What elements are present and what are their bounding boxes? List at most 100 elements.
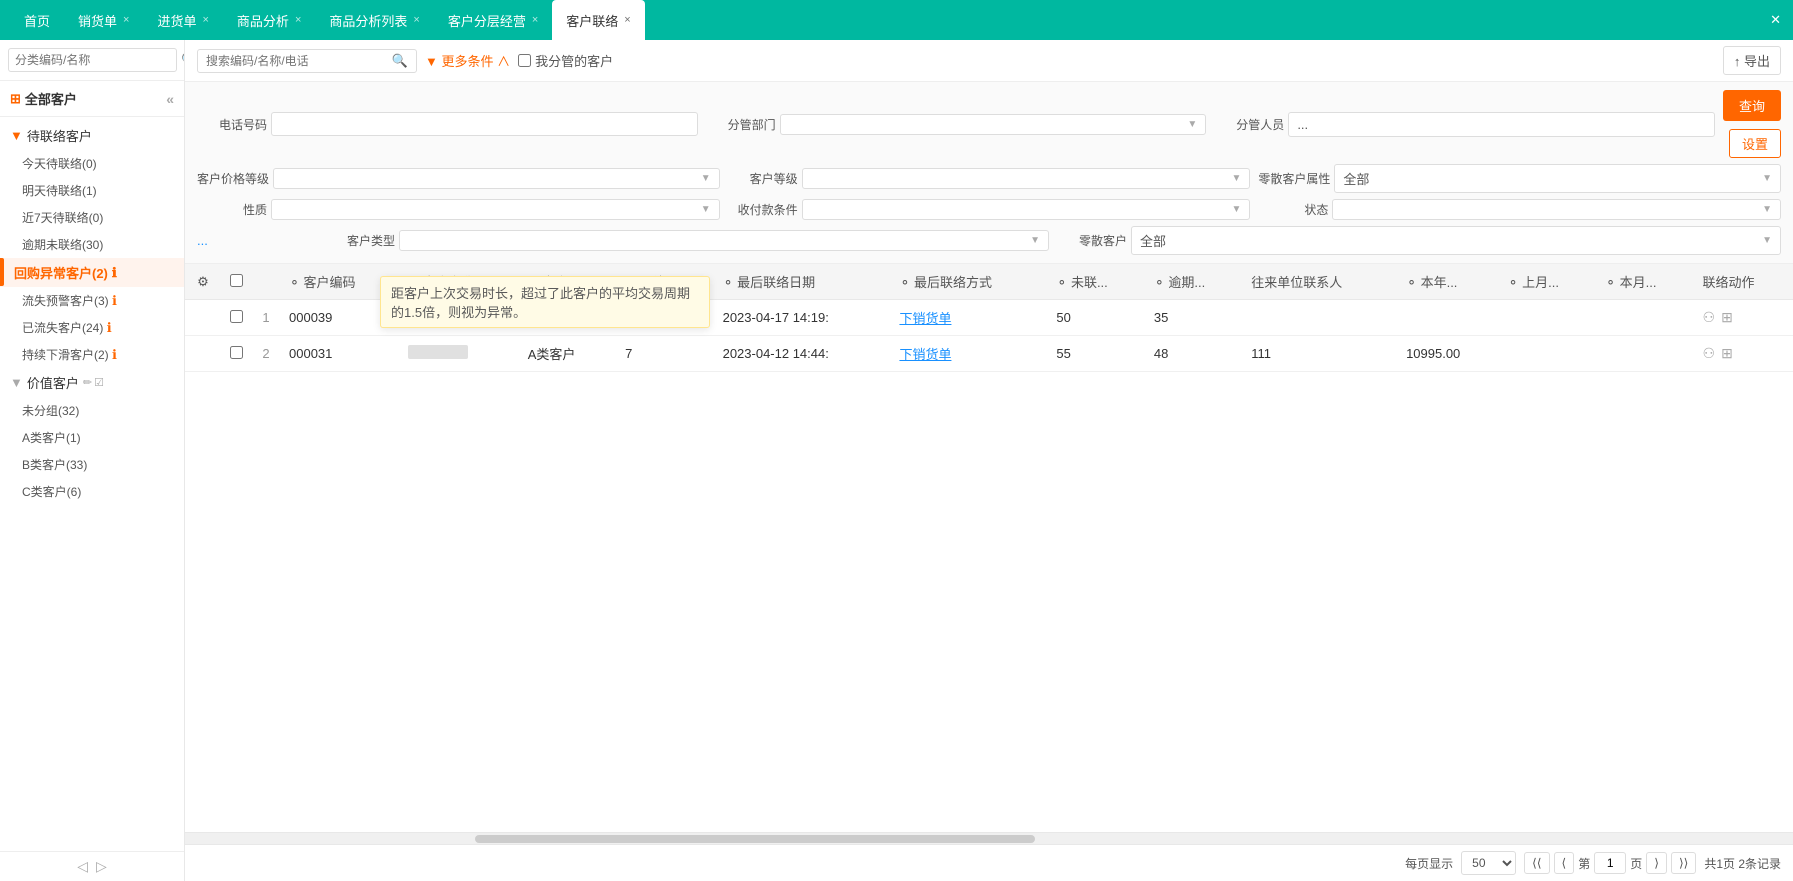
phone-input[interactable]	[271, 112, 698, 136]
row1-contact-person	[1243, 300, 1398, 336]
main-layout: 🔍 ⊞ 全部客户 « ▼ 待联络客户 今天待联络(0) 明天待联络(1) 近7天…	[0, 40, 1793, 881]
export-button[interactable]: ↑ 导出	[1723, 46, 1781, 75]
sidebar-prev-icon[interactable]: ◁	[77, 858, 88, 875]
sidebar-item-today[interactable]: 今天待联络(0)	[0, 150, 184, 177]
col-last-way[interactable]: ⚬ 最后联络方式	[891, 264, 1048, 300]
pager-next-button[interactable]: ⟩	[1646, 852, 1667, 874]
nav-tab-customer-tier-close[interactable]: ×	[532, 14, 538, 26]
search-icon[interactable]: 🔍	[392, 53, 408, 69]
row1-settings	[185, 300, 221, 336]
hscroll-thumb[interactable]	[475, 835, 1035, 843]
col-overdue[interactable]: ⚬ 逾期...	[1146, 264, 1243, 300]
row2-contact-person: 111	[1243, 336, 1398, 372]
per-page-select[interactable]: 50 100 200	[1461, 851, 1516, 875]
my-customer-checkbox[interactable]	[518, 54, 531, 67]
tree-group-pending-header[interactable]: ▼ 待联络客户	[0, 121, 184, 150]
nav-tab-home[interactable]: 首页	[10, 0, 64, 40]
col-last-month[interactable]: ⚬ 上月...	[1500, 264, 1597, 300]
dept-select[interactable]: ▼	[780, 114, 1207, 135]
settings-button[interactable]: 设置	[1729, 129, 1781, 158]
pager-prev-button[interactable]: ⟨	[1554, 852, 1575, 874]
sidebar-collapse-button[interactable]: «	[166, 91, 174, 107]
sidebar-item-churn-warning[interactable]: 流失预警客户(3) ℹ	[0, 287, 184, 314]
sidebar-item-b-class[interactable]: B类客户(33)	[0, 451, 184, 478]
sidebar-search-input[interactable]	[8, 48, 177, 72]
person-select[interactable]: ...	[1288, 112, 1715, 137]
col-uncontacted[interactable]: ⚬ 未联...	[1048, 264, 1145, 300]
nav-tab-analysis-list[interactable]: 商品分析列表 ×	[315, 0, 433, 40]
row1-num: 1	[251, 300, 281, 336]
nav-tab-customer-contact[interactable]: 客户联络 ×	[552, 0, 644, 40]
sidebar-item-declining[interactable]: 持续下滑客户(2) ℹ	[0, 341, 184, 368]
col-this-month[interactable]: ⚬ 本月...	[1597, 264, 1694, 300]
row1-grid-icon[interactable]: ⊞	[1721, 309, 1733, 326]
row2-last-way[interactable]: 下销货单	[891, 336, 1048, 372]
nav-tab-customer-tier-label: 客户分层经营	[448, 11, 526, 30]
horizontal-scrollbar[interactable]	[185, 832, 1793, 844]
nav-tab-analysis[interactable]: 商品分析 ×	[223, 0, 315, 40]
value-edit-icon: ✏	[83, 376, 92, 389]
row2-grid-icon[interactable]: ⊞	[1721, 345, 1733, 362]
payment-select[interactable]: ▼	[802, 199, 1251, 220]
col-contact-person[interactable]: 往来单位联系人	[1243, 264, 1398, 300]
row1-overdue: 35	[1146, 300, 1243, 336]
nav-tab-purchase-close[interactable]: ×	[202, 14, 208, 26]
nature-select[interactable]: ▼	[271, 199, 720, 220]
nav-tab-purchase[interactable]: 进货单 ×	[143, 0, 222, 40]
nav-tab-customer-tier[interactable]: 客户分层经营 ×	[434, 0, 552, 40]
select-all-checkbox[interactable]	[230, 274, 243, 287]
scatter-attr-select[interactable]: 全部 ▼	[1334, 164, 1781, 193]
row2-check[interactable]	[221, 336, 251, 372]
nav-tab-customer-contact-label: 客户联络	[566, 11, 618, 30]
filter-field-dept: 分管部门 ▼	[706, 114, 1207, 135]
value-label: 价值客户	[27, 373, 79, 392]
col-last-date[interactable]: ⚬ 最后联络日期	[715, 264, 892, 300]
sidebar-item-ungrouped[interactable]: 未分组(32)	[0, 397, 184, 424]
col-this-year[interactable]: ⚬ 本年...	[1398, 264, 1500, 300]
query-label: 查询	[1739, 99, 1765, 114]
row1-check[interactable]	[221, 300, 251, 336]
row2-checkbox[interactable]	[230, 346, 243, 359]
sidebar-item-c-class[interactable]: C类客户(6)	[0, 478, 184, 505]
page-input[interactable]	[1594, 852, 1626, 874]
nav-tab-customer-contact-close[interactable]: ×	[624, 14, 630, 26]
sidebar-item-a-class[interactable]: A类客户(1)	[0, 424, 184, 451]
cust-type-select[interactable]: ▼	[399, 230, 1049, 251]
scatter-select[interactable]: 全部 ▼	[1131, 226, 1781, 255]
nav-tab-analysis-close[interactable]: ×	[295, 14, 301, 26]
tree-group-repurchase-header[interactable]: 回购异常客户(2) ℹ	[0, 258, 184, 287]
tooltip-text: 距客户上次交易时长，超过了此客户的平均交易周期的1.5倍，则视为异常。	[391, 286, 690, 320]
sidebar-next-icon[interactable]: ▷	[96, 858, 107, 875]
cust-type-label: 客户类型	[325, 232, 395, 249]
more-dots-button[interactable]: ...	[197, 233, 208, 248]
pager-last-button[interactable]: ⟩⟩	[1671, 852, 1696, 874]
sidebar-item-tomorrow[interactable]: 明天待联络(1)	[0, 177, 184, 204]
pager-total: 共1页 2条记录	[1704, 855, 1781, 872]
nav-close-all-button[interactable]: ✕	[1770, 11, 1781, 29]
sidebar-item-7days[interactable]: 近7天待联络(0)	[0, 204, 184, 231]
cust-level-select[interactable]: ▼	[802, 168, 1251, 189]
nav-tab-sales[interactable]: 销货单 ×	[64, 0, 143, 40]
filter-field-person: 分管人员 ...	[1214, 112, 1715, 137]
tree-group-value-header[interactable]: ▼ 价值客户 ✏ ☑	[0, 368, 184, 397]
sidebar-item-overdue[interactable]: 逾期未联络(30)	[0, 231, 184, 258]
price-level-select[interactable]: ▼	[273, 168, 720, 189]
row2-last-way-link[interactable]: 下销货单	[899, 347, 951, 362]
row2-level: A类客户	[520, 336, 617, 372]
status-select[interactable]: ▼	[1332, 199, 1781, 220]
row1-last-way[interactable]: 下销货单	[891, 300, 1048, 336]
search-input[interactable]	[206, 54, 392, 68]
sidebar-item-churned[interactable]: 已流失客户(24) ℹ	[0, 314, 184, 341]
nav-tab-sales-close[interactable]: ×	[123, 14, 129, 26]
row2-link-icon[interactable]: ⚇	[1703, 345, 1716, 362]
col-settings[interactable]: ⚙	[185, 264, 221, 300]
row1-checkbox[interactable]	[230, 310, 243, 323]
query-button[interactable]: 查询	[1723, 90, 1781, 121]
row1-link-icon[interactable]: ⚇	[1703, 309, 1716, 326]
row1-last-month	[1500, 300, 1597, 336]
nav-tab-analysis-list-close[interactable]: ×	[413, 14, 419, 26]
more-conditions-button[interactable]: ▼ 更多条件 ∧	[425, 51, 510, 70]
col-check[interactable]	[221, 264, 251, 300]
row1-last-way-link[interactable]: 下销货单	[899, 311, 951, 326]
pager-first-button[interactable]: ⟨⟨	[1524, 852, 1549, 874]
